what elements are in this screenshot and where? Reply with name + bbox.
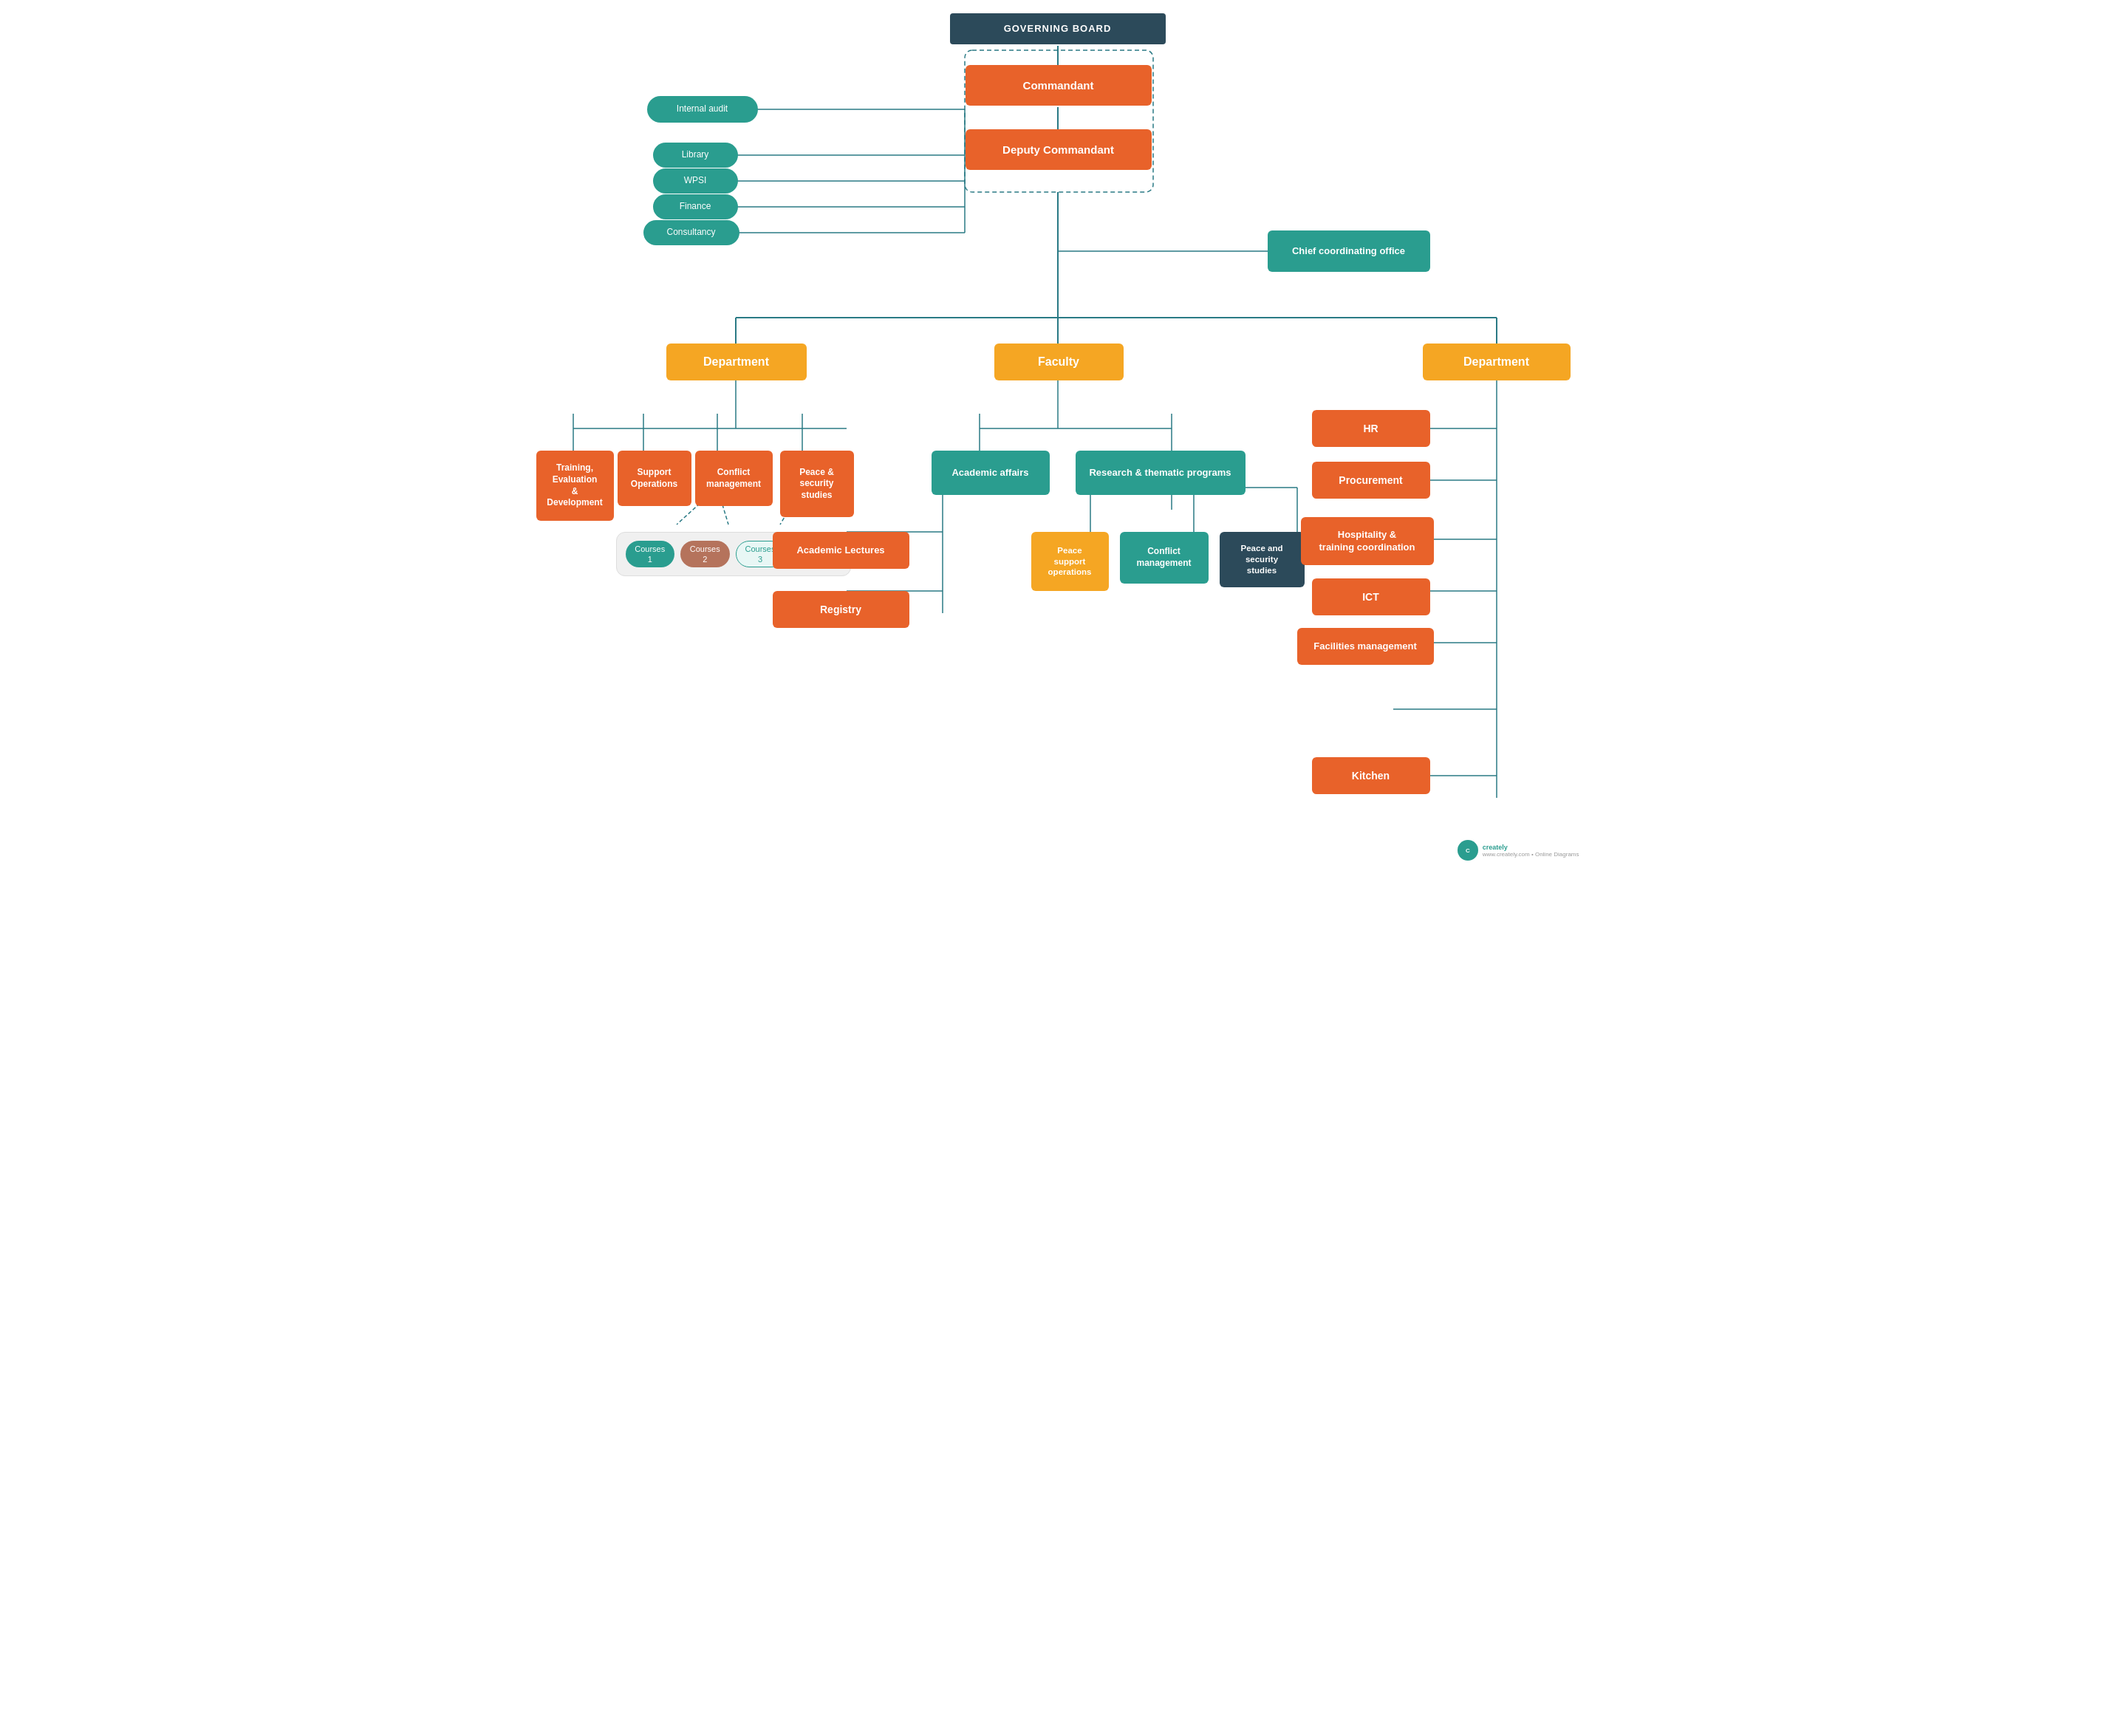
finance-node: Finance [653, 194, 738, 219]
training-eval-node: Training, Evaluation & Development [536, 451, 614, 521]
commandant-node: Commandant [966, 65, 1152, 106]
courses2-node: Courses 2 [680, 541, 730, 567]
conflict-mgmt-left-node: Conflict management [695, 451, 773, 506]
governing-board-node: GOVERNING BOARD [950, 13, 1166, 44]
conflict-mgmt-mid-node: Conflict management [1120, 532, 1209, 584]
dept-right-node: Department [1423, 344, 1571, 380]
consultancy-node: Consultancy [643, 220, 739, 245]
internal-audit-node: Internal audit [647, 96, 758, 123]
creately-logo: C [1458, 840, 1478, 861]
faculty-node: Faculty [994, 344, 1124, 380]
wpsi-node: WPSI [653, 168, 738, 194]
watermark: C creately www.creately.com • Online Dia… [1458, 840, 1579, 861]
watermark-text: creately www.creately.com • Online Diagr… [1483, 844, 1579, 858]
academic-affairs-node: Academic affairs [932, 451, 1050, 495]
ict-node: ICT [1312, 578, 1430, 615]
peace-security-mid-node: Peace and security studies [1220, 532, 1305, 587]
support-ops-node: Support Operations [618, 451, 691, 506]
research-thematic-node: Research & thematic programs [1076, 451, 1246, 495]
dept-left-node: Department [666, 344, 807, 380]
peace-security-left-node: Peace & security studies [780, 451, 854, 517]
hr-node: HR [1312, 410, 1430, 447]
courses1-node: Courses 1 [626, 541, 675, 567]
chief-coord-node: Chief coordinating office [1268, 230, 1430, 272]
peace-support-ops-node: Peace support operations [1031, 532, 1109, 591]
deputy-commandant-node: Deputy Commandant [966, 129, 1152, 170]
academic-lectures-node: Academic Lectures [773, 532, 909, 569]
hospitality-node: Hospitality & training coordination [1301, 517, 1434, 565]
procurement-node: Procurement [1312, 462, 1430, 499]
library-node: Library [653, 143, 738, 168]
diagram-container: GOVERNING BOARD Commandant Deputy Comman… [529, 0, 1587, 868]
facilities-node: Facilities management [1297, 628, 1434, 665]
registry-node: Registry [773, 591, 909, 628]
kitchen-node: Kitchen [1312, 757, 1430, 794]
